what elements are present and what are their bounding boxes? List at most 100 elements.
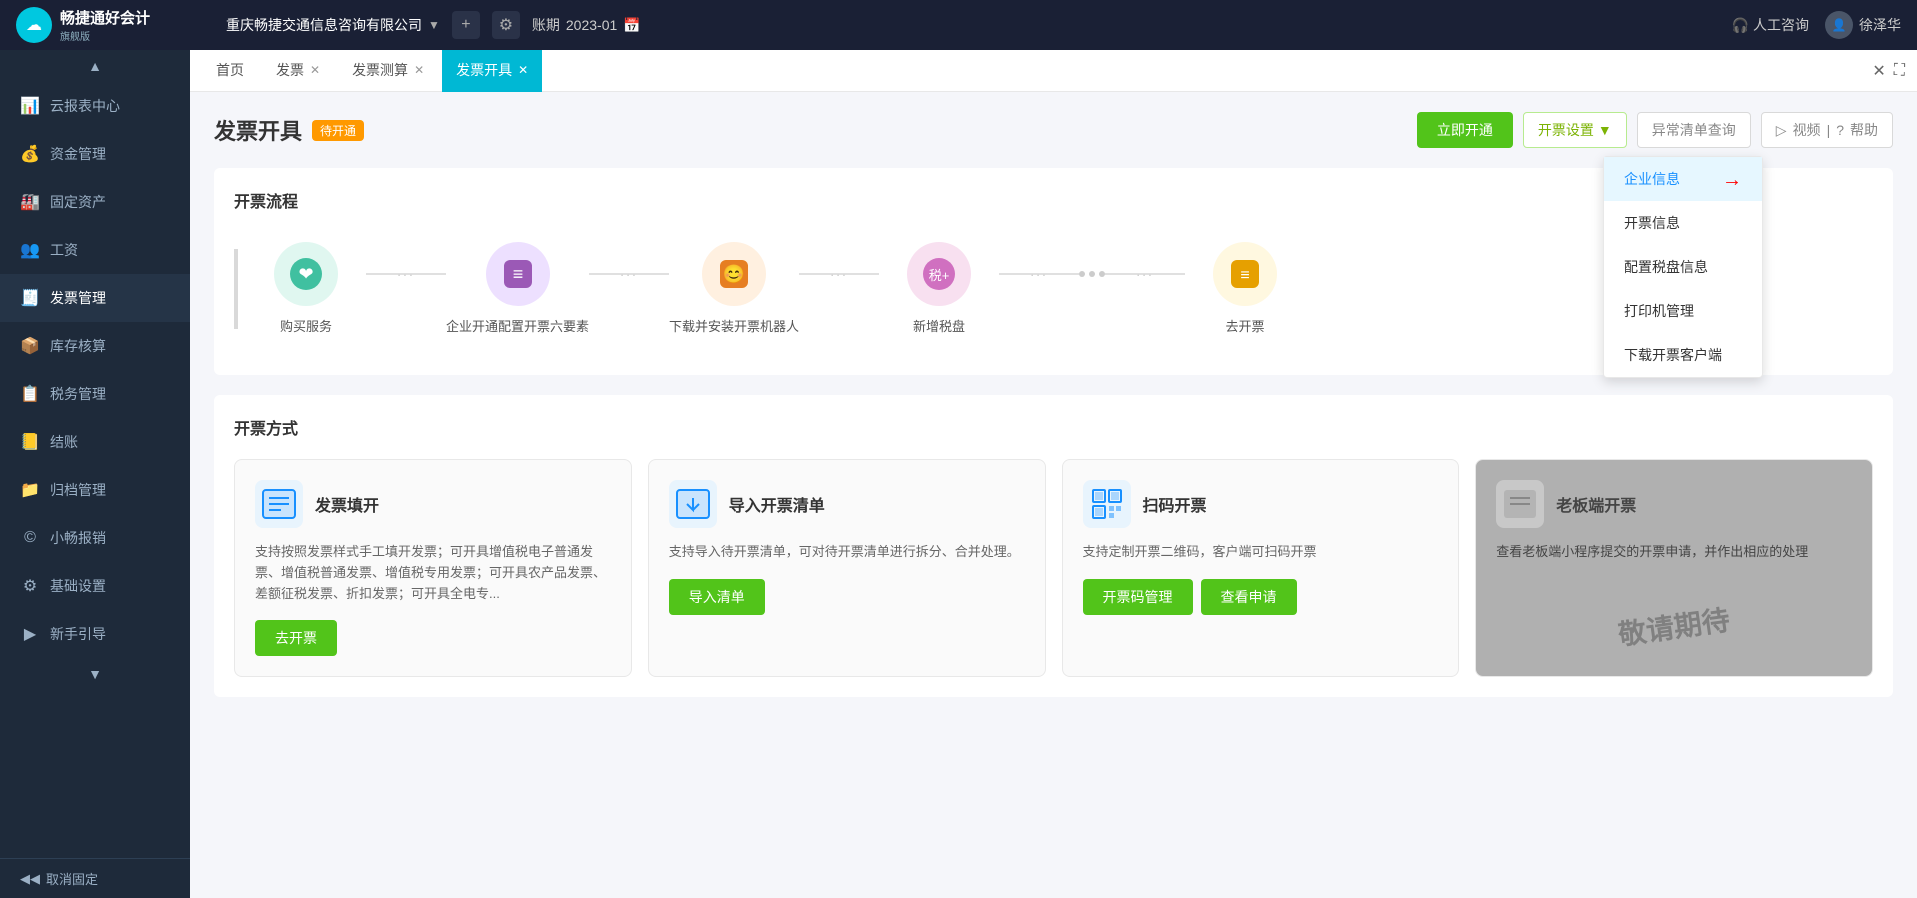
header-right: 🎧 人工咨询 👤 徐泽华 bbox=[1732, 11, 1901, 39]
svg-text:≡: ≡ bbox=[1240, 267, 1249, 284]
video-button[interactable]: ▷ 视频 | ? 帮助 bbox=[1761, 112, 1893, 148]
settings-button-label: 开票设置 bbox=[1538, 120, 1594, 140]
flow-connector-5 bbox=[1105, 273, 1185, 275]
help-icon: ? bbox=[1836, 122, 1844, 138]
fill-card-desc: 支持按照发票样式手工填开发票；可开具增值税电子普通发票、增值税普通发票、增值税专… bbox=[255, 542, 611, 604]
user-name: 徐泽华 bbox=[1859, 15, 1901, 35]
sidebar-item-shuiwu[interactable]: 📋 税务管理 bbox=[0, 370, 190, 418]
scan-card-btn2[interactable]: 查看申请 bbox=[1201, 579, 1297, 615]
sidebar-item-jiezhang[interactable]: 📒 结账 bbox=[0, 418, 190, 466]
flow-step-5: ≡ 去开票 bbox=[1185, 242, 1305, 335]
kucun-icon: 📦 bbox=[20, 336, 40, 356]
flow-step-2: ≡ 企业开通配置开票六要素 bbox=[446, 242, 589, 335]
exception-button[interactable]: 异常清单查询 bbox=[1637, 112, 1751, 148]
flow-connector-4 bbox=[999, 273, 1079, 275]
separator: | bbox=[1827, 122, 1831, 138]
consult-icon: 🎧 bbox=[1732, 17, 1749, 34]
sidebar-item-gudingzichan[interactable]: 🏭 固定资产 bbox=[0, 178, 190, 226]
billing-card-import-header: 导入开票清单 bbox=[669, 480, 1025, 528]
billing-card-fill-header: 发票填开 bbox=[255, 480, 611, 528]
tax-disk-label: 配置税盘信息 bbox=[1624, 259, 1708, 275]
settings-dropdown: → 企业信息 开票信息 配置税盘信息 打印机管理 bbox=[1603, 156, 1763, 378]
scan-card-desc: 支持定制开票二维码，客户端可扫码开票 bbox=[1083, 542, 1439, 563]
fill-card-btn[interactable]: 去开票 bbox=[255, 620, 337, 656]
settings-button[interactable]: 开票设置 ▼ bbox=[1523, 112, 1627, 148]
tab-fapiao[interactable]: 发票 ✕ bbox=[262, 50, 334, 92]
help-label: 帮助 bbox=[1850, 120, 1878, 140]
page-title-text: 发票开具 bbox=[214, 114, 302, 146]
scan-card-buttons: 开票码管理 查看申请 bbox=[1083, 579, 1439, 615]
dropdown-item-printer[interactable]: 打印机管理 bbox=[1604, 289, 1762, 333]
fill-card-title: 发票填开 bbox=[315, 492, 379, 516]
tab-fapiao-calc[interactable]: 发票测算 ✕ bbox=[338, 50, 438, 92]
sidebar-item-kucun[interactable]: 📦 库存核算 bbox=[0, 322, 190, 370]
sidebar-scroll-up[interactable]: ▲ bbox=[0, 50, 190, 82]
tab-fapiao-calc-close[interactable]: ✕ bbox=[414, 63, 424, 77]
flow-step-5-icon: ≡ bbox=[1213, 242, 1277, 306]
consult-area[interactable]: 🎧 人工咨询 bbox=[1732, 15, 1809, 35]
sidebar-item-guidang[interactable]: 📁 归档管理 bbox=[0, 466, 190, 514]
invoice-info-label: 开票信息 bbox=[1624, 215, 1680, 231]
activate-button[interactable]: 立即开通 bbox=[1417, 112, 1513, 148]
scan-card-icon bbox=[1083, 480, 1131, 528]
dropdown-item-download-client[interactable]: 下载开票客户端 bbox=[1604, 333, 1762, 377]
flow-step-4-icon: 税+ bbox=[907, 242, 971, 306]
dropdown-item-invoice-info[interactable]: 开票信息 bbox=[1604, 201, 1762, 245]
sidebar-item-jichushezhi[interactable]: ⚙ 基础设置 bbox=[0, 562, 190, 610]
company-selector[interactable]: 重庆畅捷交通信息咨询有限公司 ▼ bbox=[226, 15, 440, 35]
billing-card-boss-header: 老板端开票 bbox=[1496, 480, 1852, 528]
logo-text-block: 畅捷通好会计 旗舰版 bbox=[60, 7, 150, 43]
fapiao-icon: 🧾 bbox=[20, 288, 40, 308]
import-card-btn[interactable]: 导入清单 bbox=[669, 579, 765, 615]
flow-step-2-icon: ≡ bbox=[486, 242, 550, 306]
dropdown-item-tax-disk[interactable]: 配置税盘信息 bbox=[1604, 245, 1762, 289]
flow-step-4-label: 新增税盘 bbox=[913, 316, 965, 335]
sidebar-item-yunbao[interactable]: 📊 云报表中心 bbox=[0, 82, 190, 130]
billing-card-scan-header: 扫码开票 bbox=[1083, 480, 1439, 528]
close-tab-btn[interactable]: ✕ bbox=[1872, 61, 1885, 81]
sidebar-label-gongzi: 工资 bbox=[50, 240, 78, 260]
company-info-label: 企业信息 bbox=[1624, 171, 1680, 187]
flow-step-2-label: 企业开通配置开票六要素 bbox=[446, 316, 589, 335]
status-badge: 待开通 bbox=[312, 120, 364, 141]
consult-label: 人工咨询 bbox=[1753, 15, 1809, 35]
sidebar-item-gongzi[interactable]: 👥 工资 bbox=[0, 226, 190, 274]
sidebar-label-zijin: 资金管理 bbox=[50, 144, 106, 164]
page-title-row: 发票开具 待开通 立即开通 开票设置 ▼ 异常清单查询 ▷ 视频 | ? bbox=[214, 112, 1893, 148]
scan-card-btn1[interactable]: 开票码管理 bbox=[1083, 579, 1193, 615]
tab-home[interactable]: 首页 bbox=[202, 50, 258, 92]
user-area[interactable]: 👤 徐泽华 bbox=[1825, 11, 1901, 39]
sidebar-item-fapiao[interactable]: 🧾 发票管理 bbox=[0, 274, 190, 322]
app-name: 畅捷通好会计 bbox=[60, 7, 150, 28]
dropdown-arrow: → bbox=[1722, 169, 1742, 192]
sidebar-cancel-pin[interactable]: ◀◀ 取消固定 bbox=[0, 858, 190, 898]
flow-step-3-label: 下载并安装开票机器人 bbox=[669, 316, 799, 335]
flow-step-5-label: 去开票 bbox=[1226, 316, 1265, 335]
flow-step-4: 税+ 新增税盘 bbox=[879, 242, 999, 335]
expand-tab-btn[interactable]: ⛶ bbox=[1894, 62, 1905, 80]
header-center: 重庆畅捷交通信息咨询有限公司 ▼ + ⚙ 账期 2023-01 📅 bbox=[206, 11, 1732, 39]
sidebar-item-xiaochang[interactable]: © 小畅报销 bbox=[0, 514, 190, 562]
calendar-icon[interactable]: 📅 bbox=[623, 17, 640, 34]
flow-connector-1 bbox=[366, 273, 446, 275]
tab-fapiao-close[interactable]: ✕ bbox=[310, 63, 320, 77]
tab-fapiao-open[interactable]: 发票开具 ✕ bbox=[442, 50, 542, 92]
settings-button[interactable]: ⚙ bbox=[492, 11, 520, 39]
sidebar-label-xinshou: 新手引导 bbox=[50, 624, 106, 644]
sidebar-item-zijin[interactable]: 💰 资金管理 bbox=[0, 130, 190, 178]
tab-fapiao-open-label: 发票开具 bbox=[456, 60, 512, 80]
sidebar-scroll-down[interactable]: ▼ bbox=[0, 658, 190, 690]
cancel-pin-label: 取消固定 bbox=[46, 869, 98, 888]
layout: ▲ 📊 云报表中心 💰 资金管理 🏭 固定资产 👥 工资 🧾 发票管理 📦 库存… bbox=[0, 50, 1917, 898]
company-name: 重庆畅捷交通信息咨询有限公司 bbox=[226, 15, 422, 35]
sidebar-item-xinshou[interactable]: ▶ 新手引导 bbox=[0, 610, 190, 658]
page-content: 发票开具 待开通 立即开通 开票设置 ▼ 异常清单查询 ▷ 视频 | ? bbox=[190, 92, 1917, 898]
sidebar-label-shuiwu: 税务管理 bbox=[50, 384, 106, 404]
tab-fapiao-open-close[interactable]: ✕ bbox=[518, 63, 528, 77]
fill-card-icon bbox=[255, 480, 303, 528]
add-button[interactable]: + bbox=[452, 11, 480, 39]
boss-card-desc: 查看老板端小程序提交的开票申请，并作出相应的处理 bbox=[1496, 542, 1852, 563]
sidebar-label-gudingzichan: 固定资产 bbox=[50, 192, 106, 212]
flow-step-3: 😊 下载并安装开票机器人 bbox=[669, 242, 799, 335]
period-info: 账期 2023-01 📅 bbox=[532, 15, 641, 35]
